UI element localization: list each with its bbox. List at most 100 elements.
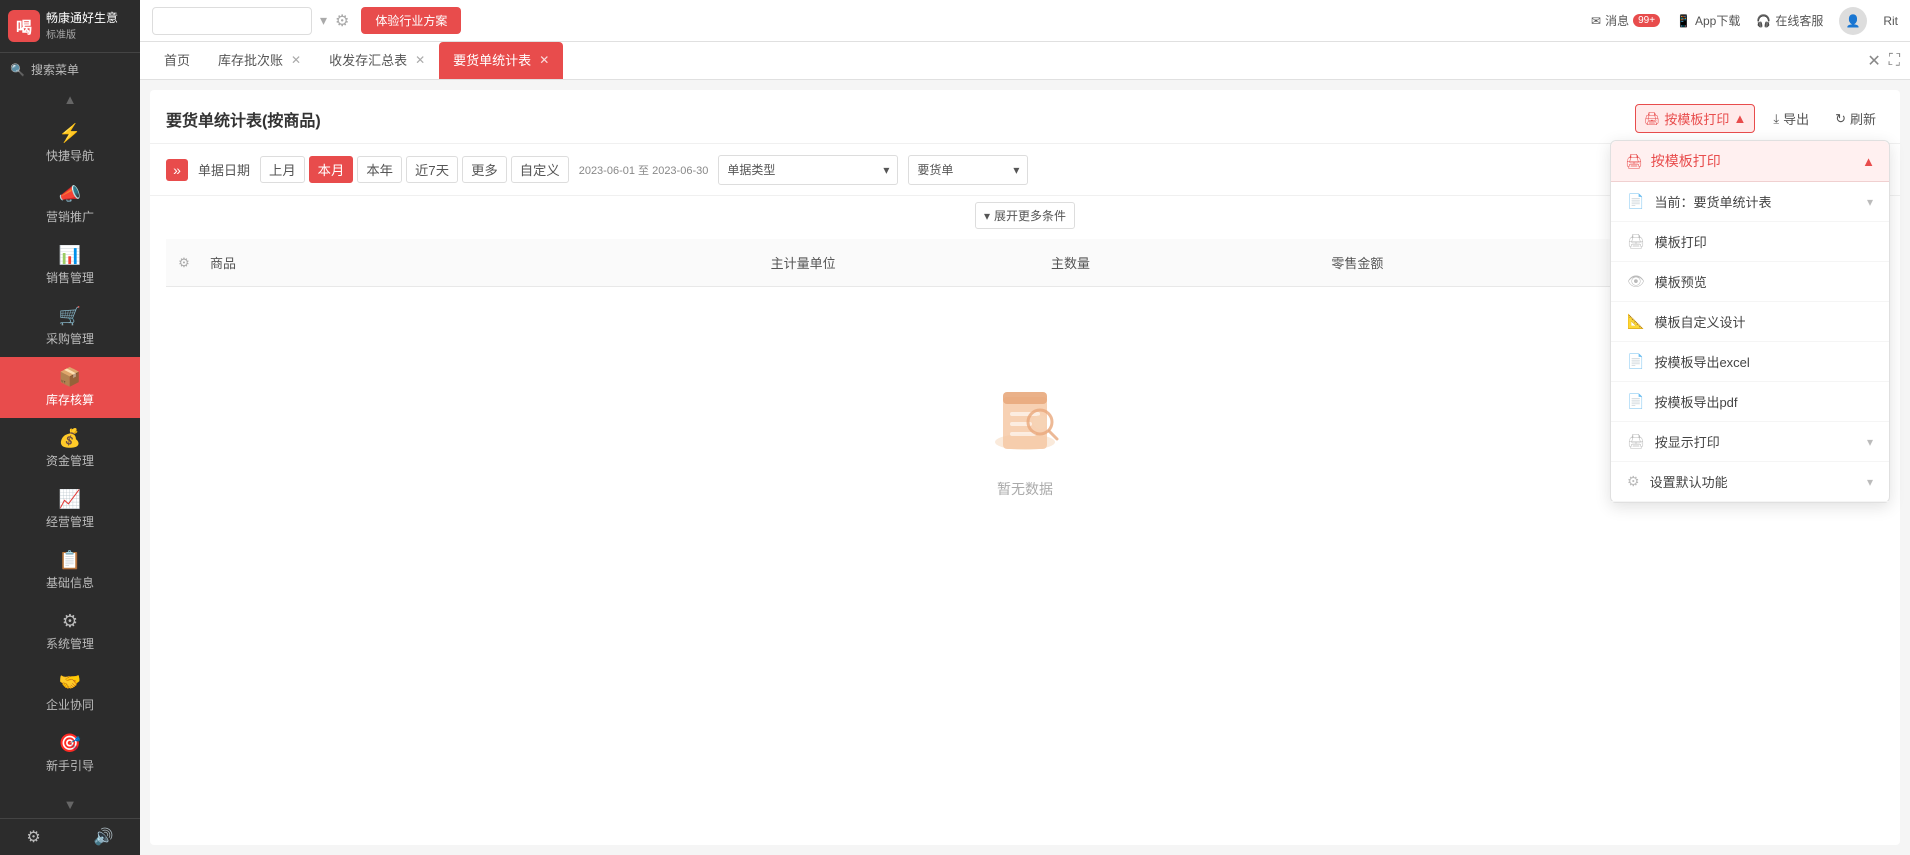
dropdown-set-default-chevron: ▾ [1867,475,1873,489]
chevron-down-icon: ▾ [984,209,990,223]
print-btn[interactable]: 🖨 按模板打印 ▲ [1635,104,1755,133]
settings-bottom-icon[interactable]: ⚙ [26,827,40,847]
dropdown-display-print-item[interactable]: 🖨 按显示打印 ▾ [1611,422,1889,462]
dropdown-template-preview-item[interactable]: 👁 模板预览 [1611,262,1889,302]
sidebar-item-operation[interactable]: 📈 经营管理 [0,479,140,540]
sidebar-item-shortcuts[interactable]: ⚡ 快捷导航 [0,113,140,174]
sound-bottom-icon[interactable]: 🔊 [94,827,114,847]
date-btn-this-month[interactable]: 本月 [309,156,354,183]
app-name: 畅康通好生意 [46,11,118,27]
dropdown-template-print-item[interactable]: 🖨 模板打印 [1611,222,1889,262]
app-download-label: App下载 [1695,12,1740,29]
dropdown-display-print-icon: 🖨 [1627,433,1645,450]
search-label: 搜索菜单 [31,61,79,78]
export-icon: ⤓ [1773,111,1779,127]
tab-expand-icon[interactable]: ⛶ [1889,52,1900,70]
type-filter-select[interactable]: 单据类型 ▾ [718,155,898,185]
avatar[interactable]: 👤 [1839,7,1867,35]
sidebar-item-label: 营销推广 [46,208,94,225]
purchase-icon: 🛒 [59,306,81,327]
dropdown-template-excel-icon: 📄 [1627,353,1644,370]
dropdown-title: 按模板打印 [1651,151,1721,171]
dropdown-template-print-label: 模板打印 [1655,232,1707,251]
empty-illustration [975,367,1075,467]
finance-icon: 💰 [59,428,81,449]
scroll-up-btn[interactable]: ▲ [0,88,140,111]
dropdown-current-item[interactable]: 📄 当前：要货单统计表 ▾ [1611,182,1889,222]
tab-close-receipt-summary[interactable]: ✕ [415,53,425,67]
tab-receipt-summary[interactable]: 收发存汇总表 ✕ [315,42,439,79]
sidebar-nav: ⚡ 快捷导航 📣 营销推广 📊 销售管理 🛒 采购管理 📦 库存核算 💰 资金管… [0,113,140,791]
sidebar-item-finance[interactable]: 💰 资金管理 [0,418,140,479]
dropdown-close-chevron[interactable]: ▲ [1862,154,1875,169]
tab-home[interactable]: 首页 [150,42,204,79]
dropdown-template-pdf-label: 按模板导出pdf [1654,392,1737,411]
tab-close-batch-account[interactable]: ✕ [291,53,301,67]
sales-icon: 📊 [59,245,81,266]
dropdown-set-default-item[interactable]: ⚙ 设置默认功能 ▾ [1611,462,1889,502]
sidebar-item-label: 新手引导 [46,757,94,774]
sidebar-item-basic[interactable]: 📋 基础信息 [0,540,140,601]
app-download-icon: 📱 [1676,14,1691,28]
topbar-search-input[interactable] [152,7,312,35]
topbar-search-dropdown-icon[interactable]: ▾ [320,12,327,29]
sidebar-item-collab[interactable]: 🤝 企业协同 [0,662,140,723]
topbar-settings-icon[interactable]: ⚙ [335,11,349,31]
sidebar-item-appstore[interactable]: 🔔 应用中心 [0,784,140,791]
dropdown-template-excel-item[interactable]: 📄 按模板导出excel [1611,342,1889,382]
date-selector: 上月 本月 本年 近7天 更多 自定义 [260,156,569,183]
dropdown-set-default-label: 设置默认功能 [1650,472,1728,491]
dropdown-template-pdf-icon: 📄 [1627,393,1644,410]
collab-icon: 🤝 [59,672,81,693]
dropdown-template-design-icon: 📐 [1627,313,1644,330]
sidebar-search[interactable]: 🔍 搜索菜单 [0,53,140,86]
user-name[interactable]: Rit [1883,14,1898,28]
filter-expand-btn[interactable]: » [166,159,188,181]
app-download-action[interactable]: 📱 App下载 [1676,12,1740,29]
sidebar-item-guide[interactable]: 🎯 新手引导 [0,723,140,784]
sidebar-item-marketing[interactable]: 📣 营销推广 [0,174,140,235]
headset-icon: 🎧 [1756,14,1771,28]
operation-icon: 📈 [59,489,81,510]
date-btn-this-year[interactable]: 本年 [357,156,402,183]
date-btn-custom[interactable]: 自定义 [511,156,569,183]
page-title: 要货单统计表(按商品) [166,107,321,131]
scroll-down-btn[interactable]: ▼ [0,793,140,816]
online-service-action[interactable]: 🎧 在线客服 [1756,12,1823,29]
date-btn-more[interactable]: 更多 [462,156,507,183]
goods-filter-select[interactable]: 要货单 ▾ [908,155,1028,185]
export-btn[interactable]: ⤓ 导出 [1765,105,1817,132]
sidebar-item-sales[interactable]: 📊 销售管理 [0,235,140,296]
dropdown-current-icon: 📄 [1627,193,1644,210]
topbar: ▾ ⚙ 体验行业方案 ✉ 消息 99+ 📱 App下载 🎧 在线客服 👤 Rit [140,0,1910,42]
tab-order-stats[interactable]: 要货单统计表 ✕ [439,42,563,79]
table-col-unit: 主计量单位 [763,249,1043,276]
message-badge: 99+ [1633,14,1660,27]
tab-close-all-icon[interactable]: ✕ [1867,51,1880,71]
page-header: 要货单统计表(按商品) 🖨 按模板打印 ▲ ⤓ 导出 ↻ 刷新 [150,90,1900,144]
dropdown-current-chevron: ▾ [1867,195,1873,209]
tab-bar: 首页 库存批次账 ✕ 收发存汇总表 ✕ 要货单统计表 ✕ ✕ ⛶ [140,42,1910,80]
dropdown-header-left: 🖨 按模板打印 [1625,151,1721,171]
date-btn-last-7-days[interactable]: 近7天 [406,156,458,183]
refresh-btn[interactable]: ↻ 刷新 [1827,105,1884,132]
tab-batch-account[interactable]: 库存批次账 ✕ [204,42,315,79]
sidebar-item-inventory[interactable]: 📦 库存核算 [0,357,140,418]
empty-text: 暂无数据 [997,479,1053,499]
sidebar-item-purchase[interactable]: 🛒 采购管理 [0,296,140,357]
trial-btn[interactable]: 体验行业方案 [361,7,461,34]
receipt-summary-tab-label: 收发存汇总表 [329,50,407,69]
dropdown-set-default-icon: ⚙ [1627,473,1640,490]
topbar-actions: ✉ 消息 99+ 📱 App下载 🎧 在线客服 👤 Rit [1591,7,1898,35]
dropdown-template-pdf-item[interactable]: 📄 按模板导出pdf [1611,382,1889,422]
dropdown-template-design-label: 模板自定义设计 [1654,312,1745,331]
message-action[interactable]: ✉ 消息 99+ [1591,12,1660,29]
type-filter-chevron: ▾ [883,163,889,177]
dropdown-template-design-item[interactable]: 📐 模板自定义设计 [1611,302,1889,342]
date-btn-last-month[interactable]: 上月 [260,156,305,183]
table-settings-icon[interactable]: ⚙ [166,249,202,276]
tab-close-order-stats[interactable]: ✕ [539,53,549,67]
dropdown-template-print-icon: 🖨 [1627,233,1645,250]
sidebar-item-system[interactable]: ⚙ 系统管理 [0,601,140,662]
expand-more-btn[interactable]: ▾ 展开更多条件 [975,202,1075,229]
